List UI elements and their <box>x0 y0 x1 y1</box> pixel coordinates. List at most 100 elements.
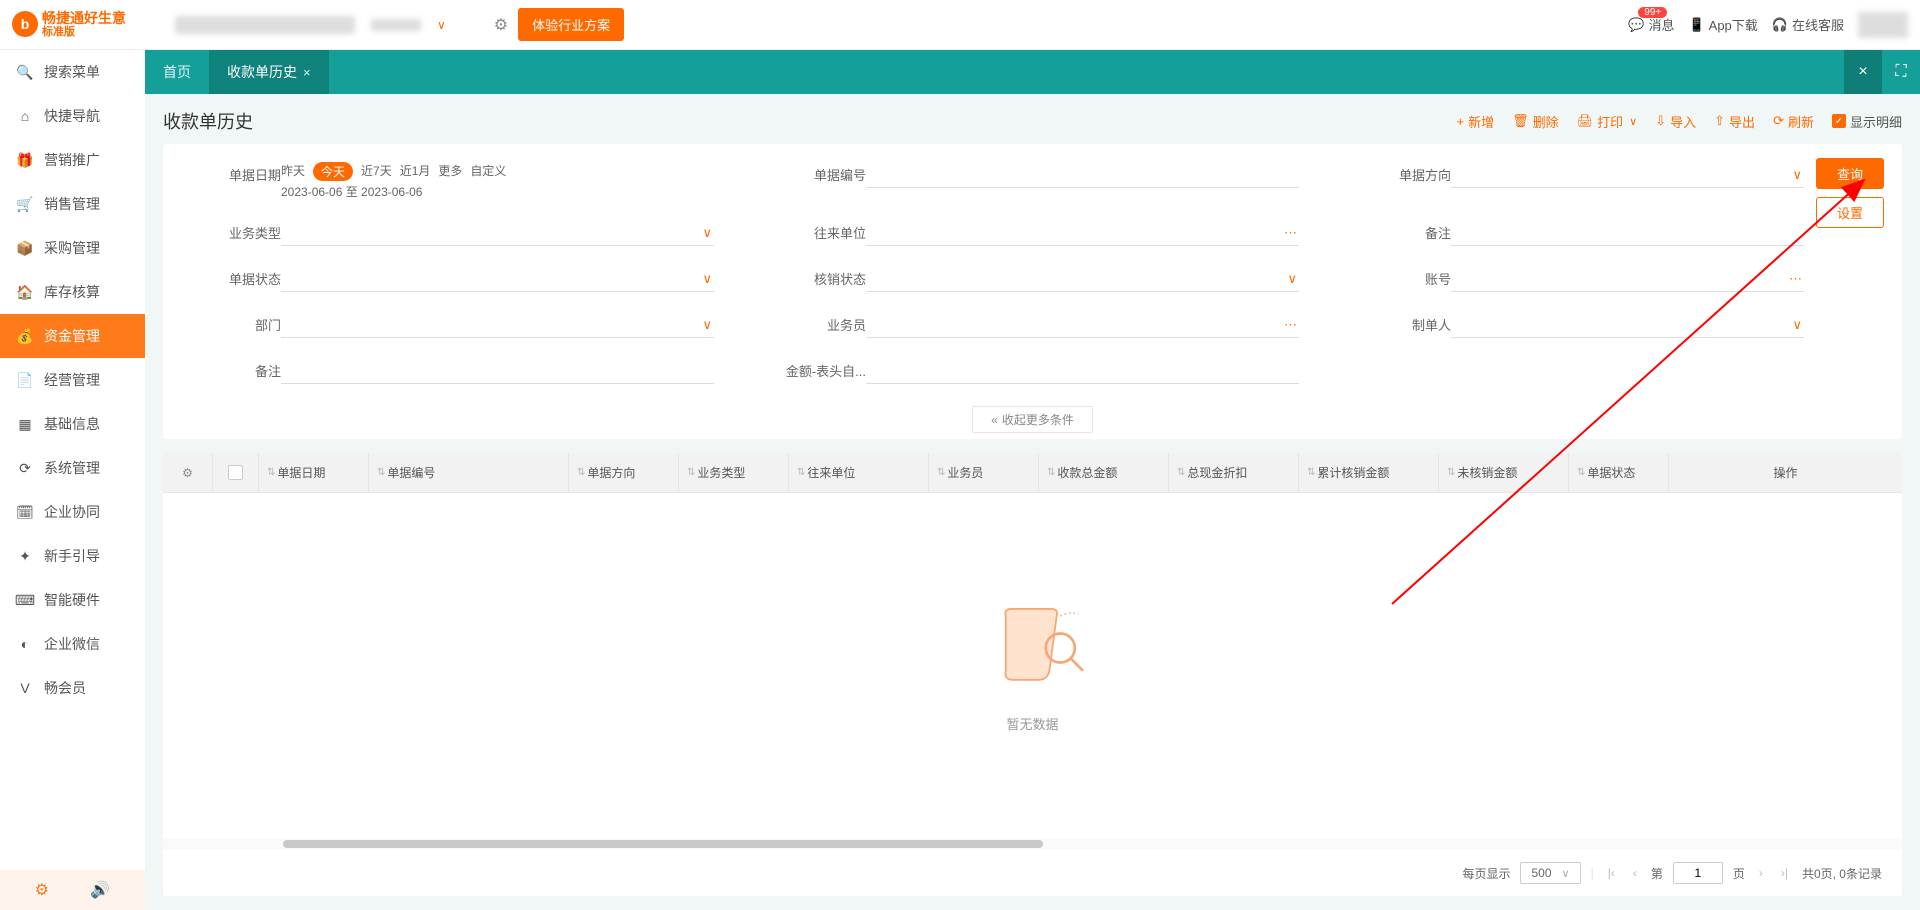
sidebar-item-vip[interactable]: V畅会员 <box>0 666 145 710</box>
collapse-filters-button[interactable]: «收起更多条件 <box>972 406 1093 433</box>
col-discount[interactable]: ⇅总现金折扣 <box>1169 453 1299 492</box>
date-opt-custom[interactable]: 自定义 <box>470 162 506 181</box>
col-biztype[interactable]: ⇅业务类型 <box>679 453 789 492</box>
chevron-down-icon[interactable]: ∨ <box>700 225 714 241</box>
sidebar-item-purchase[interactable]: 📦采购管理 <box>0 226 145 270</box>
writeoff-status-input[interactable] <box>866 271 1285 286</box>
settings-gear-icon[interactable]: ⚙ <box>494 15 508 35</box>
doc-no-input[interactable] <box>866 167 1299 182</box>
filter-setting-button[interactable]: 设置 <box>1816 197 1884 228</box>
trash-icon: 🗑 <box>1512 113 1529 129</box>
col-total[interactable]: ⇅收款总金额 <box>1039 453 1169 492</box>
filter-doc-status: 单据状态 ∨ <box>181 266 714 292</box>
sidebar-item-operation[interactable]: 📄经营管理 <box>0 358 145 402</box>
creator-input[interactable] <box>1451 317 1790 332</box>
per-page-select[interactable]: 500∨ <box>1520 862 1580 884</box>
trial-button[interactable]: 体验行业方案 <box>518 8 624 41</box>
col-label: 单据编号 <box>387 464 435 481</box>
select-all-checkbox[interactable] <box>213 453 259 492</box>
account-input[interactable] <box>1451 271 1787 286</box>
biz-type-input[interactable] <box>281 225 700 240</box>
refresh-button[interactable]: ⟳刷新 <box>1773 112 1814 131</box>
amount-header-input[interactable] <box>866 363 1299 378</box>
messages-link[interactable]: 💬 99+ 消息 <box>1628 15 1674 34</box>
company-switcher[interactable]: ∨ <box>147 16 484 34</box>
horizontal-scrollbar[interactable] <box>163 838 1902 850</box>
chevron-down-icon[interactable]: ∨ <box>1790 167 1804 183</box>
date-opt-yesterday[interactable]: 昨天 <box>281 162 305 181</box>
col-docno[interactable]: ⇅单据编号 <box>369 453 569 492</box>
sidebar-item-wechat[interactable]: ◐企业微信 <box>0 622 145 666</box>
warehouse-icon: 🏠 <box>16 283 34 301</box>
export-button[interactable]: ⇧导出 <box>1714 112 1755 131</box>
date-opt-today[interactable]: 今天 <box>313 162 353 181</box>
operator-input[interactable] <box>866 317 1282 332</box>
page-input[interactable] <box>1673 862 1723 884</box>
chevron-down-icon[interactable]: ∨ <box>1285 271 1299 287</box>
app-download-link[interactable]: 📱 App下载 <box>1688 15 1757 34</box>
filter-doc-no: 单据编号 <box>766 162 1299 200</box>
user-avatar-blurred[interactable] <box>1858 12 1908 38</box>
sidebar-item-search[interactable]: 🔍搜索菜单 <box>0 50 145 94</box>
speaker-icon[interactable]: 🔊 <box>90 880 110 900</box>
chevron-down-icon[interactable]: ∨ <box>700 271 714 287</box>
support-link[interactable]: 🎧 在线客服 <box>1772 15 1844 34</box>
more-icon[interactable]: ⋯ <box>1282 225 1299 241</box>
sidebar-item-hardware[interactable]: ⌨智能硬件 <box>0 578 145 622</box>
table-settings-icon[interactable]: ⚙ <box>163 453 213 492</box>
col-writeoff[interactable]: ⇅累计核销金额 <box>1299 453 1439 492</box>
sidebar-item-finance[interactable]: 💰资金管理 <box>0 314 145 358</box>
refresh-icon: ⟳ <box>1773 113 1784 129</box>
direction-input[interactable] <box>1451 167 1790 182</box>
col-direction[interactable]: ⇅单据方向 <box>569 453 679 492</box>
show-detail-toggle[interactable]: ✓显示明细 <box>1832 112 1902 131</box>
more-icon[interactable]: ⋯ <box>1787 271 1804 287</box>
date-opt-1m[interactable]: 近1月 <box>400 162 431 181</box>
sort-icon: ⇅ <box>937 468 944 478</box>
date-opt-7d[interactable]: 近7天 <box>361 162 392 181</box>
date-opt-more[interactable]: 更多 <box>438 162 462 181</box>
sidebar-item-inventory[interactable]: 🏠库存核算 <box>0 270 145 314</box>
sidebar-item-label: 采购管理 <box>44 238 100 258</box>
sort-icon: ⇅ <box>1307 468 1314 478</box>
sidebar-item-quicknav[interactable]: ⌂快捷导航 <box>0 94 145 138</box>
col-operator[interactable]: ⇅业务员 <box>929 453 1039 492</box>
pager-last[interactable]: ›| <box>1777 866 1792 880</box>
filter-amount-header: 金额-表头自... <box>766 358 1299 384</box>
tab-home[interactable]: 首页 <box>145 50 209 94</box>
chevron-down-icon[interactable]: ∨ <box>1790 317 1804 333</box>
more-icon[interactable]: ⋯ <box>1282 317 1299 333</box>
partner-input[interactable] <box>866 225 1282 240</box>
col-date[interactable]: ⇅单据日期 <box>259 453 369 492</box>
gear-icon[interactable]: ⚙ <box>35 880 49 900</box>
fullscreen-icon[interactable]: ⛶ <box>1882 50 1920 94</box>
remark2-input[interactable] <box>281 363 714 378</box>
sidebar-item-basics[interactable]: ▦基础信息 <box>0 402 145 446</box>
print-button[interactable]: 🖨打印∨ <box>1577 112 1638 131</box>
dept-input[interactable] <box>281 317 700 332</box>
tab-close-all[interactable]: × <box>1844 50 1882 94</box>
sidebar-item-system[interactable]: ⟳系统管理 <box>0 446 145 490</box>
sidebar-item-newbie[interactable]: ✦新手引导 <box>0 534 145 578</box>
close-icon[interactable]: × <box>303 65 311 80</box>
pager-next[interactable]: › <box>1755 866 1767 880</box>
tab-receipt-history[interactable]: 收款单历史 × <box>209 50 329 94</box>
col-unwriteoff[interactable]: ⇅未核销金额 <box>1439 453 1569 492</box>
sidebar-item-label: 企业协同 <box>44 502 100 522</box>
col-partner[interactable]: ⇅往来单位 <box>789 453 929 492</box>
remark-input[interactable] <box>1451 225 1804 240</box>
sidebar-item-collab[interactable]: 🗓企业协同 <box>0 490 145 534</box>
delete-button[interactable]: 🗑删除 <box>1512 112 1559 131</box>
add-button[interactable]: +新增 <box>1456 112 1494 131</box>
doc-status-input[interactable] <box>281 271 700 286</box>
sidebar-item-marketing[interactable]: 🎁营销推广 <box>0 138 145 182</box>
date-quick-links: 昨天 今天 近7天 近1月 更多 自定义 <box>281 162 506 181</box>
import-button[interactable]: ⇩导入 <box>1655 112 1696 131</box>
query-button[interactable]: 查询 <box>1816 158 1884 189</box>
sidebar-item-sales[interactable]: 🛒销售管理 <box>0 182 145 226</box>
col-status[interactable]: ⇅单据状态 <box>1569 453 1669 492</box>
action-label: 显示明细 <box>1850 112 1902 131</box>
pager-first[interactable]: |‹ <box>1604 866 1619 880</box>
chevron-down-icon[interactable]: ∨ <box>700 317 714 333</box>
pager-prev[interactable]: ‹ <box>1629 866 1641 880</box>
